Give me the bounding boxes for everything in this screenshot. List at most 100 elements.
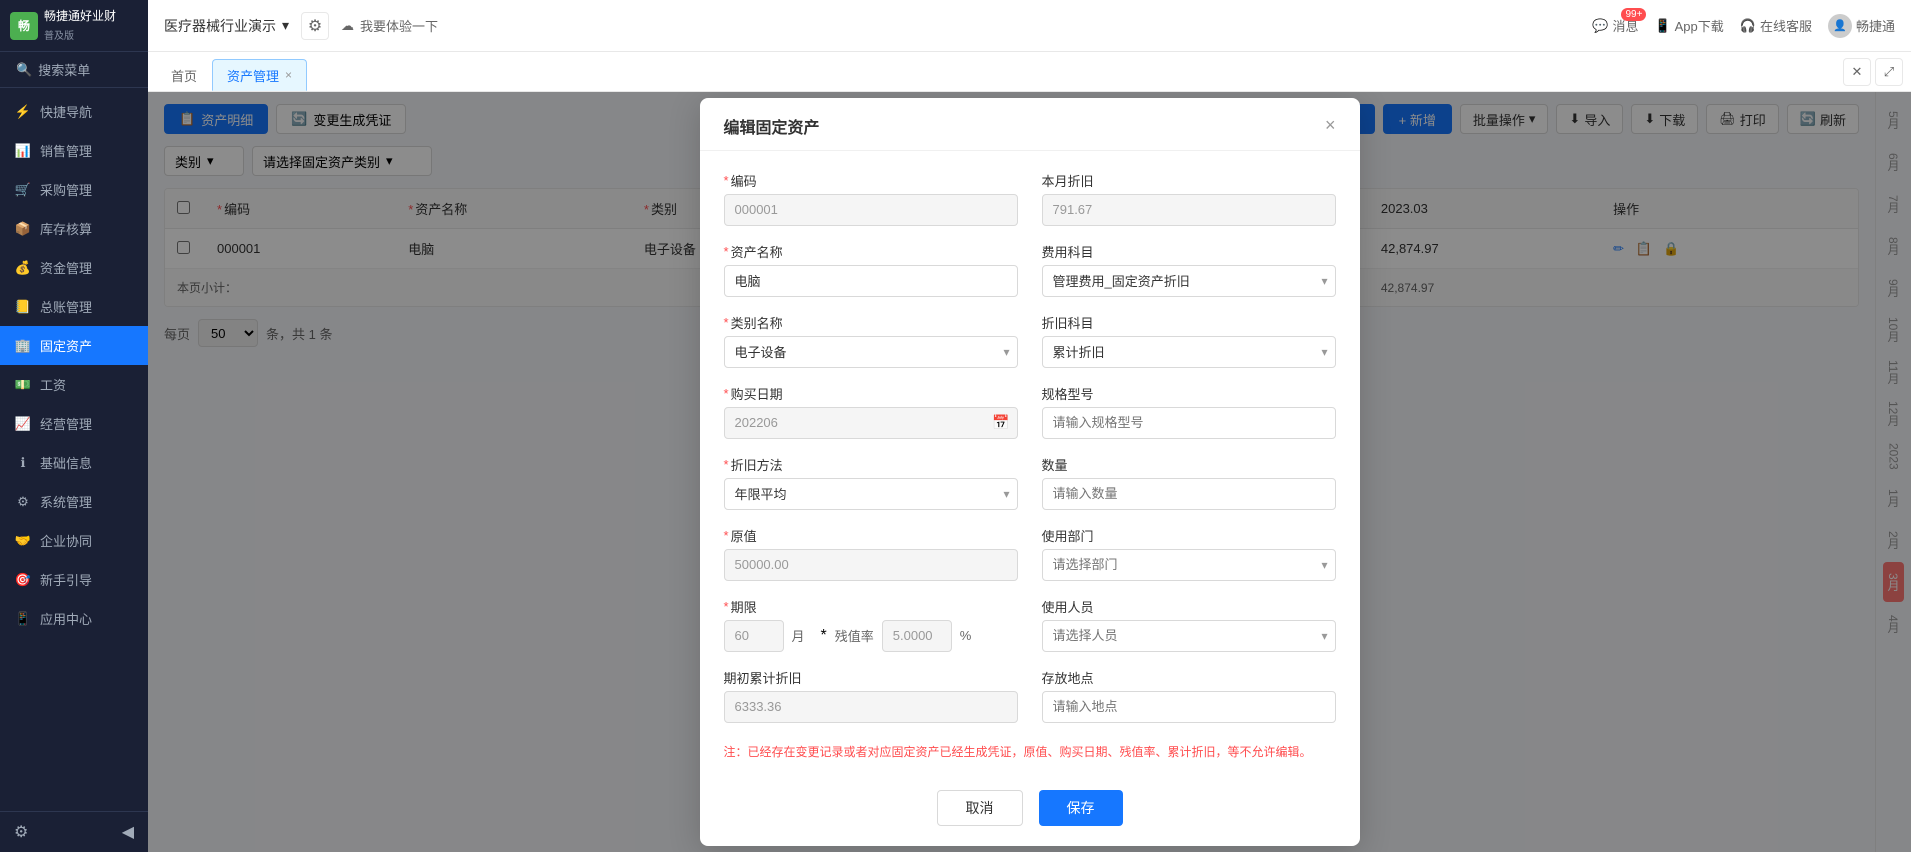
code-input[interactable] [724, 194, 1018, 226]
inventory-icon: 📦 [14, 220, 32, 238]
storage-input[interactable] [1042, 691, 1336, 723]
sidebar-item-label: 企业协同 [40, 531, 92, 550]
tab-close-icon[interactable]: × [285, 68, 292, 82]
department-label: 使用部门 [1042, 526, 1336, 545]
sidebar-item-sales[interactable]: 📊 销售管理 [0, 131, 148, 170]
company-name: 医疗器械行业演示 [164, 16, 276, 36]
depreciation-subject-select-wrap: ▾ [1042, 336, 1336, 368]
edit-asset-modal: 编辑固定资产 × * 编码 [700, 98, 1360, 846]
monthly-depreciation-input[interactable] [1042, 194, 1336, 226]
form-item-quantity: 数量 [1042, 455, 1336, 510]
ledger-icon: 📒 [14, 298, 32, 316]
sidebar-item-inventory[interactable]: 📦 库存核算 [0, 209, 148, 248]
cancel-button[interactable]: 取消 [937, 790, 1023, 826]
modal-close-button[interactable]: × [1325, 115, 1336, 136]
guide-icon: 🎯 [14, 571, 32, 589]
sidebar-item-quick-nav[interactable]: ⚡ 快捷导航 [0, 92, 148, 131]
depreciation-subject-label: 折旧科目 [1042, 313, 1336, 332]
original-value-input[interactable] [724, 549, 1018, 581]
message-badge: 99+ [1621, 8, 1646, 21]
department-input[interactable] [1042, 549, 1336, 581]
message-button[interactable]: 💬 消息 99+ [1592, 16, 1638, 35]
calendar-icon[interactable]: 📅 [992, 414, 1009, 431]
form-item-original-value: * 原值 [724, 526, 1018, 581]
sidebar-item-app-center[interactable]: 📱 应用中心 [0, 599, 148, 638]
tabs-bar: 首页 资产管理 × ✕ ⤢ [148, 52, 1911, 92]
initial-accum-depreciation-label: 期初累计折旧 [724, 668, 1018, 687]
purchase-date-input[interactable] [724, 407, 1018, 439]
asset-name-input[interactable] [724, 265, 1018, 297]
tab-home-label: 首页 [171, 66, 197, 85]
spec-model-input[interactable] [1042, 407, 1336, 439]
top-bar-right: 💬 消息 99+ 📱 App下载 🎧 在线客服 👤 畅捷通 [1592, 14, 1895, 38]
quantity-input[interactable] [1042, 478, 1336, 510]
sidebar-item-guide[interactable]: 🎯 新手引导 [0, 560, 148, 599]
expense-subject-input[interactable] [1042, 265, 1336, 297]
collapse-icon[interactable]: ◀ [122, 822, 134, 842]
sidebar-item-enterprise[interactable]: 🤝 企业协同 [0, 521, 148, 560]
residual-rate-req: * [821, 627, 827, 645]
online-service-button[interactable]: 🎧 在线客服 [1740, 16, 1812, 35]
sidebar-item-label: 固定资产 [40, 336, 92, 355]
settings-icon[interactable]: ⚙ [14, 822, 28, 842]
depreciation-method-label: * 折旧方法 [724, 455, 1018, 474]
person-select-wrap: ▾ [1042, 620, 1336, 652]
sidebar-item-operations[interactable]: 📈 经营管理 [0, 404, 148, 443]
user-button[interactable]: 👤 畅捷通 [1828, 14, 1895, 38]
sidebar-item-ledger[interactable]: 📒 总账管理 [0, 287, 148, 326]
settings-button[interactable]: ⚙ [301, 12, 329, 40]
initial-accum-depreciation-input[interactable] [724, 691, 1018, 723]
depreciation-method-select-wrap: ▾ [724, 478, 1018, 510]
sidebar-item-label: 资金管理 [40, 258, 92, 277]
storage-label: 存放地点 [1042, 668, 1336, 687]
form-item-monthly-depreciation: 本月折旧 [1042, 171, 1336, 226]
sidebar-item-purchase[interactable]: 🛒 采购管理 [0, 170, 148, 209]
sidebar-item-payroll[interactable]: 💵 工资 [0, 365, 148, 404]
expense-subject-label: 费用科目 [1042, 242, 1336, 261]
form-item-person: 使用人员 ▾ [1042, 597, 1336, 652]
original-value-label: * 原值 [724, 526, 1018, 545]
sidebar-item-fixed-assets[interactable]: 🏢 固定资产 [0, 326, 148, 365]
sidebar-item-label: 应用中心 [40, 609, 92, 628]
cloud-icon: ☁ [341, 18, 354, 34]
code-label: * 编码 [724, 171, 1018, 190]
sidebar-nav: ⚡ 快捷导航 📊 销售管理 🛒 采购管理 📦 库存核算 💰 资金管理 📒 总账管… [0, 88, 148, 811]
base-info-icon: ℹ [14, 454, 32, 472]
monthly-depreciation-label: 本月折旧 [1042, 171, 1336, 190]
tab-home[interactable]: 首页 [156, 59, 212, 91]
tabs-actions: ✕ ⤢ [1843, 58, 1903, 86]
logo-icon: 畅 [10, 12, 38, 40]
period-input[interactable] [724, 620, 784, 652]
depreciation-method-input[interactable] [724, 478, 1018, 510]
quick-nav-icon: ⚡ [14, 103, 32, 121]
category-input[interactable] [724, 336, 1018, 368]
modal-header: 编辑固定资产 × [700, 98, 1360, 151]
company-selector[interactable]: 医疗器械行业演示 ▾ [164, 16, 289, 36]
sidebar-item-finance[interactable]: 💰 资金管理 [0, 248, 148, 287]
period-row: 月 * 残值率 % [724, 620, 1018, 652]
residual-rate-input[interactable] [882, 620, 952, 652]
depreciation-subject-input[interactable] [1042, 336, 1336, 368]
app-center-icon: 📱 [14, 610, 32, 628]
save-button[interactable]: 保存 [1039, 790, 1123, 826]
modal-note: 注：已经存在变更记录或者对应固定资产已经生成凭证，原值、购买日期、残值率、累计折… [700, 743, 1360, 778]
tab-asset-mgmt[interactable]: 资产管理 × [212, 59, 307, 91]
sidebar-item-label: 新手引导 [40, 570, 92, 589]
main-area: 医疗器械行业演示 ▾ ⚙ ☁ 我要体验一下 💬 消息 99+ 📱 App下载 [148, 0, 1911, 852]
search-label: 搜索菜单 [38, 60, 90, 79]
content-area: 📋 资产明细 🔄 变更生成凭证 刷账 + 新增 [148, 92, 1911, 852]
sidebar-item-base-info[interactable]: ℹ 基础信息 [0, 443, 148, 482]
close-tab-action[interactable]: ✕ [1843, 58, 1871, 86]
fixed-assets-icon: 🏢 [14, 337, 32, 355]
modal-title: 编辑固定资产 [724, 114, 820, 138]
sidebar-item-system[interactable]: ⚙ 系统管理 [0, 482, 148, 521]
person-label: 使用人员 [1042, 597, 1336, 616]
spec-model-label: 规格型号 [1042, 384, 1336, 403]
sidebar-logo: 畅 畅捷通好业财 普及版 [0, 0, 148, 52]
app-download-button[interactable]: 📱 App下载 [1654, 16, 1723, 35]
maximize-action[interactable]: ⤢ [1875, 58, 1903, 86]
experience-button[interactable]: ☁ 我要体验一下 [341, 16, 438, 35]
person-input[interactable] [1042, 620, 1336, 652]
sidebar-search[interactable]: 🔍 搜索菜单 [0, 52, 148, 88]
top-bar-left: 医疗器械行业演示 ▾ ⚙ ☁ 我要体验一下 [164, 12, 438, 40]
